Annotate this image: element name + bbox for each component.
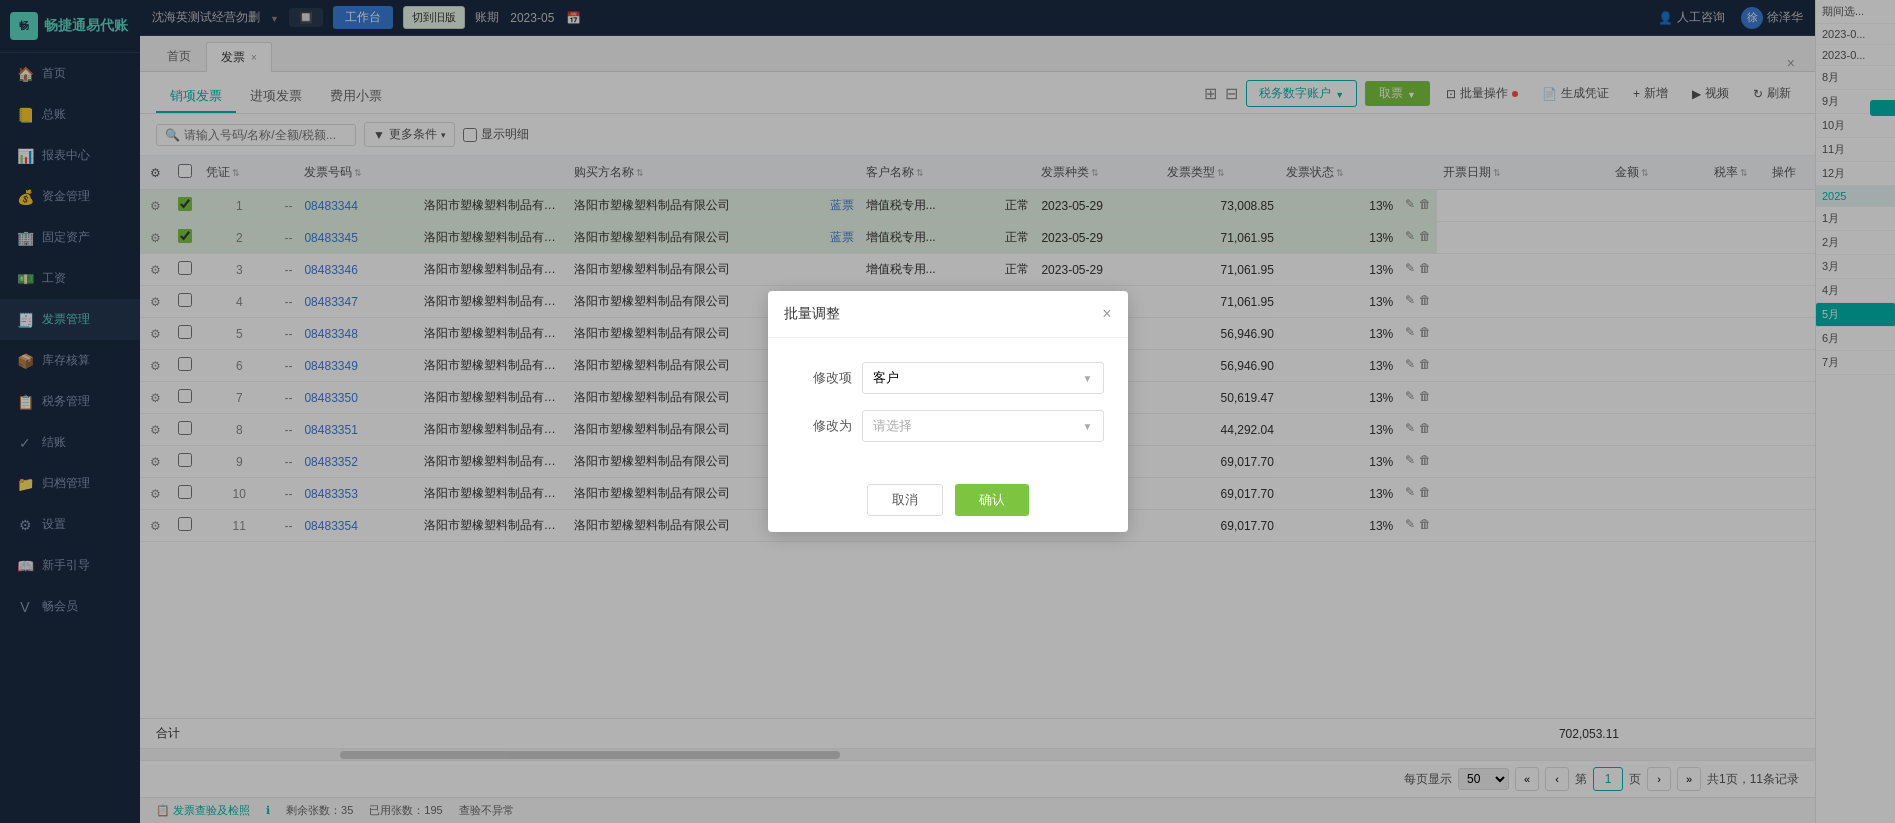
change-placeholder: 请选择 bbox=[873, 417, 912, 435]
confirm-btn[interactable]: 确认 bbox=[955, 484, 1029, 516]
modal-footer: 取消 确认 bbox=[768, 474, 1128, 532]
change-select[interactable]: 请选择 ▼ bbox=[862, 410, 1104, 442]
field-value: 客户 bbox=[873, 369, 899, 387]
modal-header: 批量调整 × bbox=[768, 291, 1128, 338]
change-dropdown-icon: ▼ bbox=[1083, 421, 1093, 432]
modal-body: 修改项 客户 ▼ 修改为 请选择 ▼ bbox=[768, 338, 1128, 474]
modal-overlay: 批量调整 × 修改项 客户 ▼ 修改为 请选择 ▼ 取消 确认 bbox=[0, 0, 1895, 823]
field-row: 修改项 客户 ▼ bbox=[792, 362, 1104, 394]
modal-title: 批量调整 bbox=[784, 305, 840, 323]
field-label: 修改项 bbox=[792, 369, 852, 387]
cancel-btn[interactable]: 取消 bbox=[867, 484, 943, 516]
modal-close-btn[interactable]: × bbox=[1102, 305, 1111, 323]
field-select[interactable]: 客户 ▼ bbox=[862, 362, 1104, 394]
batch-adjust-modal: 批量调整 × 修改项 客户 ▼ 修改为 请选择 ▼ 取消 确认 bbox=[768, 291, 1128, 532]
field-dropdown-icon: ▼ bbox=[1083, 373, 1093, 384]
change-row: 修改为 请选择 ▼ bbox=[792, 410, 1104, 442]
change-label: 修改为 bbox=[792, 417, 852, 435]
